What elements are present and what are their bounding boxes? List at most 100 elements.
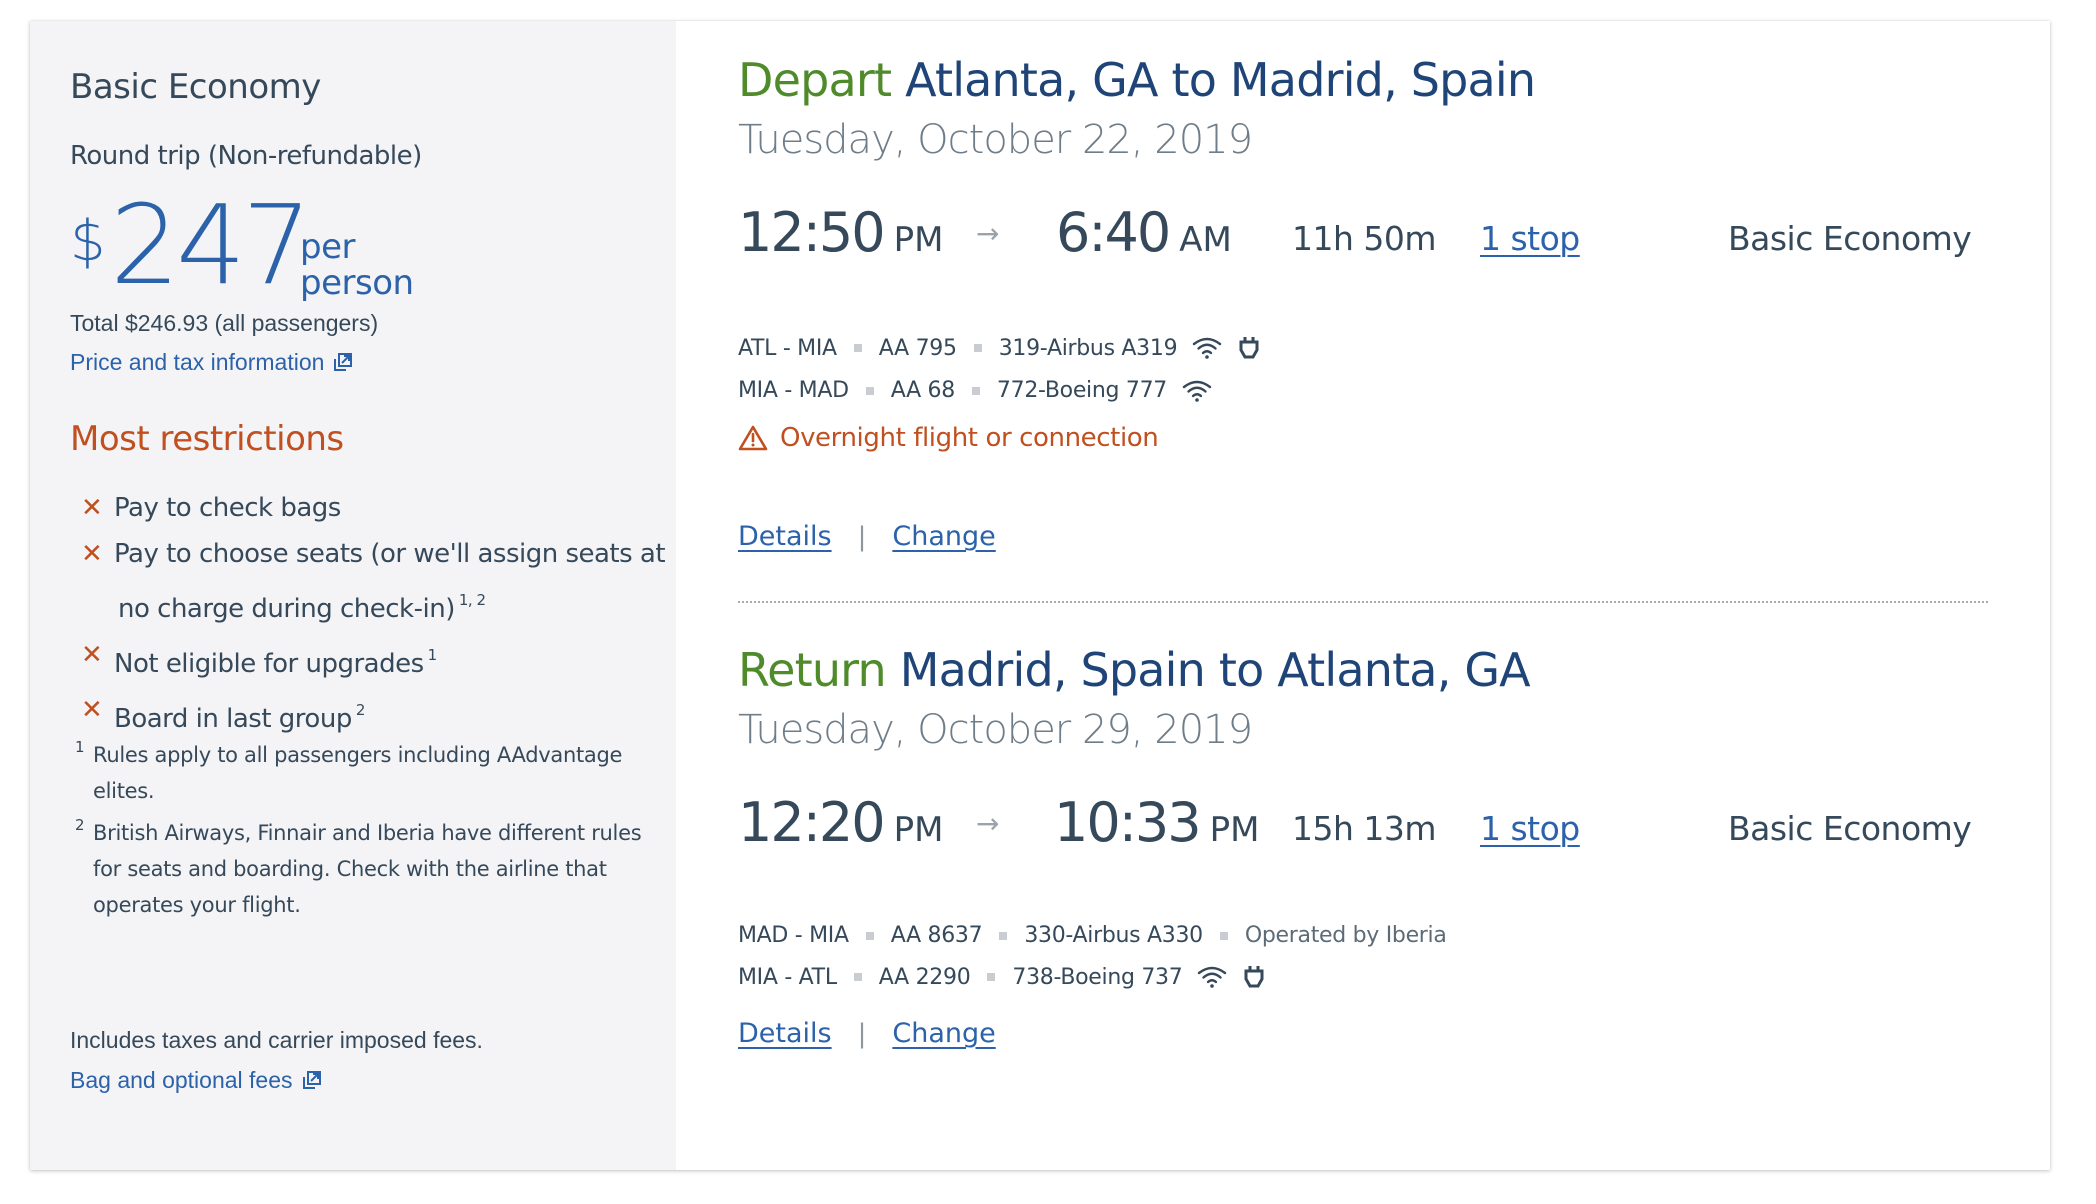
restriction-item: ✕ Pay to choose seats (or we'll assign s…: [70, 531, 670, 632]
footnote-text: British Airways, Finnair and Iberia have…: [93, 821, 642, 917]
segment-route: MIA - ATL: [738, 964, 837, 990]
route-label: Madrid, Spain to Atlanta, GA: [899, 643, 1531, 697]
flight-number: AA 795: [878, 335, 957, 361]
stops-link[interactable]: 1 stop: [1480, 809, 1580, 848]
wifi-icon: [1193, 337, 1222, 359]
separator-square: [853, 973, 862, 981]
aircraft: 738-Boeing 737: [1012, 964, 1183, 990]
depart-date: Tuesday, October 22, 2019: [738, 117, 1253, 163]
ampm: PM: [893, 810, 944, 850]
segment-route: ATL - MIA: [738, 335, 837, 361]
operated-by: Operated by Iberia: [1244, 923, 1447, 948]
fare-name: Basic Economy: [70, 67, 321, 107]
x-icon: ✕: [81, 493, 103, 523]
flight-number: AA 2290: [878, 964, 971, 990]
depart-actions: Details | Change: [738, 521, 996, 552]
x-icon: ✕: [81, 695, 103, 725]
footnote-text: Rules apply to all passengers including …: [93, 743, 623, 803]
separator-square: [1219, 931, 1228, 940]
price-tax-info-link[interactable]: Price and tax information: [70, 349, 354, 376]
segment-route: MIA - MAD: [738, 378, 849, 403]
footnote-ref: 1, 2: [458, 591, 486, 609]
separator-square: [853, 344, 862, 352]
restriction-item: ✕ Board in last group 2: [70, 687, 670, 742]
total-price: Total $246.93 (all passengers): [70, 310, 379, 336]
footnote: 2 British Airways, Finnair and Iberia ha…: [70, 815, 670, 923]
separator-square: [865, 386, 874, 395]
footnote-ref: 2: [355, 701, 366, 719]
flight-number: AA 8637: [890, 923, 983, 948]
change-link[interactable]: Change: [892, 521, 995, 552]
separator-square: [973, 344, 982, 352]
arrow-right-icon: →: [976, 807, 1000, 840]
footnote-number: 2: [75, 816, 85, 834]
footnote-number: 1: [75, 738, 85, 756]
restriction-text: Pay to choose seats (or we'll assign sea…: [114, 539, 666, 569]
price-tax-info-label: Price and tax information: [70, 349, 325, 375]
separator-square: [987, 973, 996, 981]
cabin-class: Basic Economy: [1728, 219, 1972, 258]
ampm: AM: [1179, 220, 1232, 260]
link-separator: |: [857, 521, 867, 552]
aircraft: 330-Airbus A330: [1024, 923, 1203, 948]
change-link[interactable]: Change: [892, 1018, 995, 1049]
trip-type: Round trip (Non-refundable): [70, 141, 422, 171]
route-label: Atlanta, GA to Madrid, Spain: [905, 53, 1536, 107]
warning-icon: [738, 425, 768, 451]
departure-time: 12:50 PM: [738, 201, 943, 264]
arrow-right-icon: →: [976, 217, 1000, 250]
per-label: per: [300, 227, 355, 267]
link-separator: |: [857, 1018, 867, 1049]
restriction-text: Board in last group: [114, 704, 352, 734]
restriction-text: Pay to check bags: [114, 493, 341, 523]
person-label: person: [300, 263, 414, 303]
duration: 15h 13m: [1292, 809, 1437, 848]
segment-row: ATL - MIA AA 795 319-Airbus A319: [738, 335, 1261, 361]
return-times-row: 12:20 PM → 10:33 PM 15h 13m 1 stop Basic E…: [738, 791, 1998, 861]
fare-summary-card: Basic Economy Round trip (Non-refundable…: [30, 21, 2050, 1170]
separator-square: [865, 931, 874, 940]
arrival-time: 10:33 PM: [1054, 791, 1259, 854]
restriction-text-cont: no charge during check-in) 1, 2: [114, 577, 670, 632]
aircraft: 319-Airbus A319: [998, 335, 1178, 361]
flight-number: AA 68: [890, 378, 956, 403]
external-link-icon: [334, 353, 353, 371]
footnotes: 1 Rules apply to all passengers includin…: [70, 737, 670, 929]
x-icon: ✕: [81, 539, 103, 569]
restriction-text-line2: no charge during check-in): [118, 594, 455, 624]
footnote: 1 Rules apply to all passengers includin…: [70, 737, 670, 809]
includes-taxes-text: Includes taxes and carrier imposed fees.: [70, 1027, 483, 1053]
separator-square: [971, 386, 980, 395]
duration: 11h 50m: [1292, 219, 1437, 258]
time-value: 10:33: [1054, 791, 1202, 854]
wifi-icon: [1182, 380, 1212, 402]
restrictions-list: ✕ Pay to check bags ✕ Pay to choose seat…: [70, 485, 670, 742]
ampm: PM: [1209, 810, 1260, 850]
footnote-ref: 1: [427, 646, 438, 664]
direction-label: Return: [738, 643, 887, 697]
return-date: Tuesday, October 29, 2019: [738, 707, 1253, 753]
segment-row: MAD - MIA AA 8637 330-Airbus A330 Operat…: [738, 923, 1447, 948]
ampm: PM: [893, 220, 944, 260]
return-title: Return Madrid, Spain to Atlanta, GA: [738, 643, 1531, 697]
details-link[interactable]: Details: [738, 1018, 832, 1049]
segment-route: MAD - MIA: [738, 923, 849, 948]
currency-symbol: $: [70, 209, 106, 274]
power-outlet-icon: [1239, 337, 1259, 359]
arrival-time: 6:40 AM: [1056, 201, 1232, 264]
details-link[interactable]: Details: [738, 521, 832, 552]
overnight-warning: Overnight flight or connection: [738, 423, 1159, 453]
depart-title: Depart Atlanta, GA to Madrid, Spain: [738, 53, 1536, 107]
stops-link[interactable]: 1 stop: [1480, 219, 1580, 258]
external-link-icon: [302, 1071, 321, 1089]
departure-time: 12:20 PM: [738, 791, 943, 854]
bag-fees-link[interactable]: Bag and optional fees: [70, 1067, 323, 1094]
depart-times-row: 12:50 PM → 6:40 AM 11h 50m 1 stop Basic Ec…: [738, 201, 1998, 271]
price-amount: 247: [110, 181, 312, 309]
segment-row: MIA - ATL AA 2290 738-Boeing 737: [738, 964, 1266, 990]
per-person-label: per person: [300, 229, 414, 301]
x-icon: ✕: [81, 640, 103, 670]
return-actions: Details | Change: [738, 1018, 996, 1049]
time-value: 12:50: [738, 201, 886, 264]
wifi-icon: [1198, 966, 1227, 988]
